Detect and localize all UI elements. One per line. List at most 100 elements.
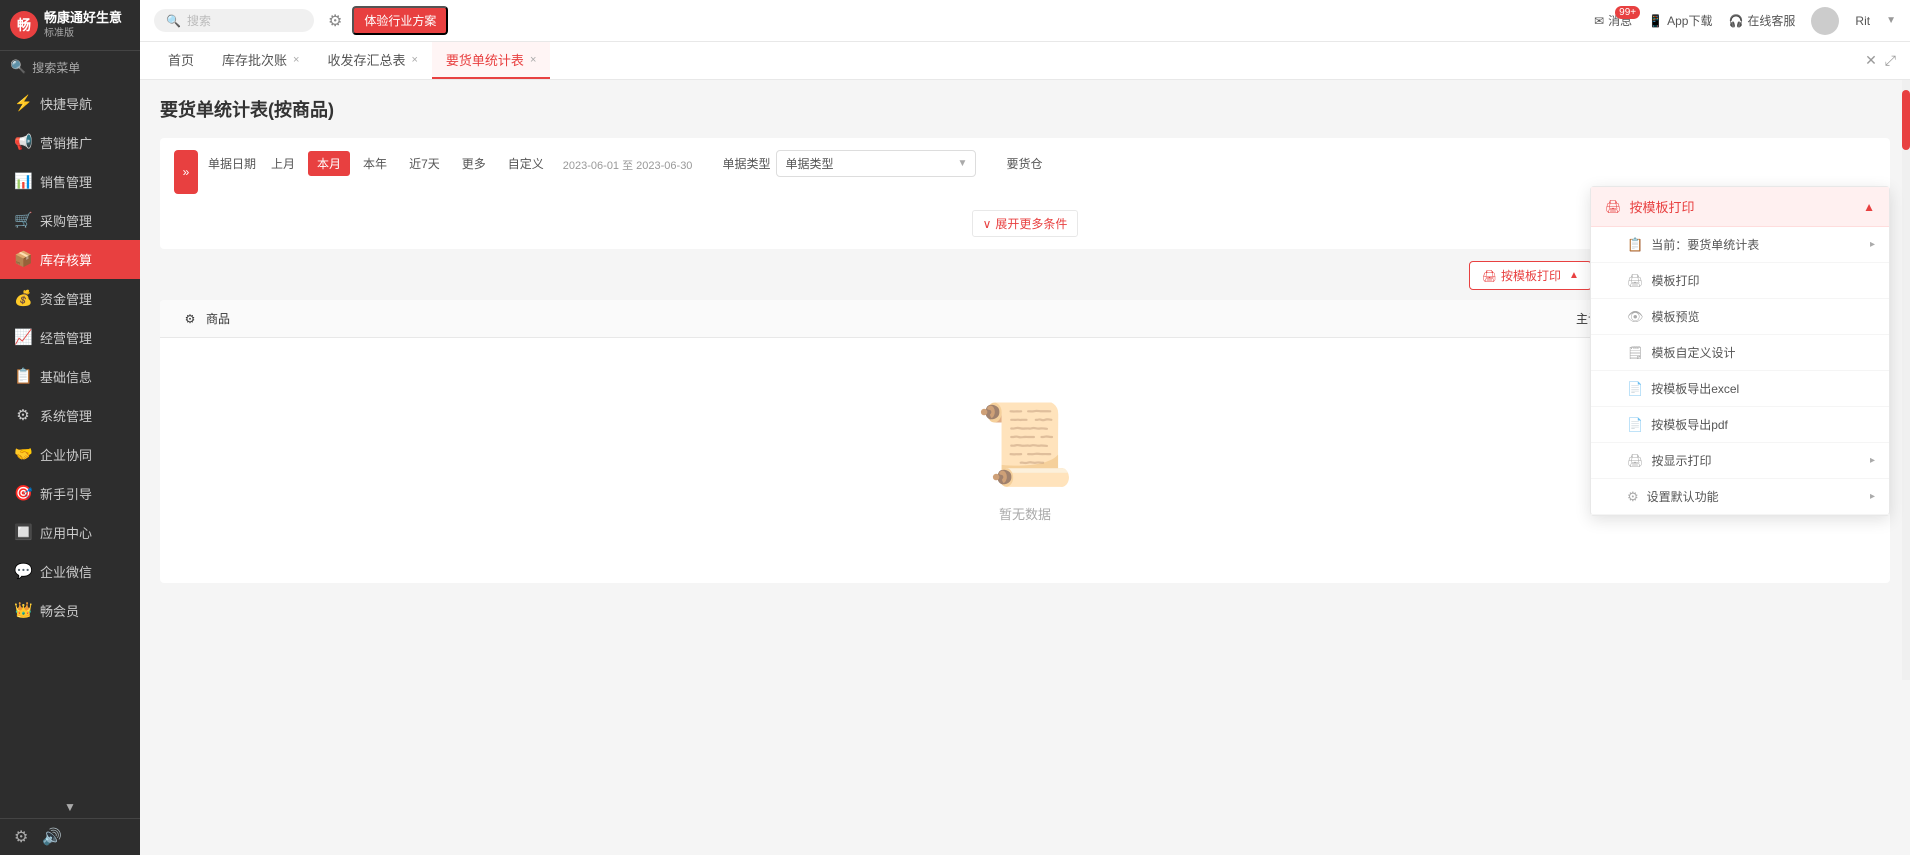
display-print-arrow: ▸	[1870, 455, 1875, 466]
dropdown-header[interactable]: 🖨 按模板打印 ▲	[1591, 187, 1889, 227]
scroll-track	[1902, 80, 1910, 680]
user-dropdown-arrow[interactable]: ▼	[1886, 15, 1896, 26]
purchase-icon: 🛒	[14, 211, 32, 229]
default-func-icon: ⚙	[1627, 489, 1639, 505]
app-download-item[interactable]: 📱 App下载	[1648, 12, 1712, 29]
sidebar-item-collab[interactable]: 🤝 企业协同	[0, 435, 140, 474]
dropdown-current-arrow: ▸	[1870, 239, 1875, 250]
trial-button[interactable]: 体验行业方案	[352, 6, 448, 35]
filter-type-label: 单据类型	[722, 155, 770, 172]
template-print-button[interactable]: 🖨 按模板打印 ▲	[1469, 261, 1592, 290]
print-icon: 🖨	[1482, 269, 1497, 283]
tab-receipts-summary[interactable]: 收发存汇总表 ×	[313, 42, 431, 79]
topbar: 🔍 搜索 ⚙ 体验行业方案 ✉ 消息 99+ 📱 App下载 🎧 在线客服 Ri…	[140, 0, 1910, 42]
footer-audio-icon[interactable]: 🔊	[42, 827, 62, 847]
sidebar-item-sales[interactable]: 📊 销售管理	[0, 162, 140, 201]
sidebar-item-guide[interactable]: 🎯 新手引导	[0, 474, 140, 513]
dropdown-item-template-custom[interactable]: 🗒 模板自定义设计	[1591, 335, 1889, 371]
sidebar-item-operation[interactable]: 📈 经营管理	[0, 318, 140, 357]
dropdown-item-template-print[interactable]: 🖨 模板打印	[1591, 263, 1889, 299]
apps-icon: 🔲	[14, 523, 32, 541]
date-btn-more[interactable]: 更多	[453, 151, 495, 176]
filter-type-arrow: ▼	[958, 158, 968, 169]
sidebar-item-quick-nav[interactable]: ⚡ 快捷导航	[0, 84, 140, 123]
dropdown-item-template-preview[interactable]: 👁 模板预览	[1591, 299, 1889, 335]
dropdown-sub-left-display: 🖨 按显示打印	[1627, 452, 1712, 469]
username-label: Rit	[1855, 14, 1870, 28]
tab-order-stats[interactable]: 要货单统计表 ×	[432, 42, 550, 79]
scroll-thumb[interactable]	[1902, 90, 1910, 150]
export-excel-icon: 📄	[1627, 381, 1643, 397]
app-download-icon: 📱	[1648, 14, 1663, 28]
dropdown-header-left: 🖨 按模板打印	[1605, 197, 1695, 216]
template-custom-icon: 🗒	[1627, 345, 1644, 361]
inventory-icon: 📦	[14, 250, 32, 268]
tab-home[interactable]: 首页	[154, 42, 208, 79]
dropdown-item-export-excel[interactable]: 📄 按模板导出excel	[1591, 371, 1889, 407]
sidebar-nav: ⚡ 快捷导航 📢 营销推广 📊 销售管理 🛒 采购管理 📦 库存核算 💰 资金管…	[0, 84, 140, 796]
date-btn-custom[interactable]: 自定义	[499, 151, 553, 176]
filter-expand-button[interactable]: »	[174, 150, 198, 194]
dropdown-collapse-arrow: ▲	[1863, 200, 1875, 214]
collab-icon: 🤝	[14, 445, 32, 463]
expand-more-icon: ∨	[983, 217, 992, 231]
operation-icon: 📈	[14, 328, 32, 346]
sidebar-scroll-down[interactable]: ▼	[0, 796, 140, 818]
tabs-window-controls: ✕ ⤢	[1865, 52, 1896, 69]
tab-close-batch-accounts[interactable]: ×	[293, 54, 299, 66]
sidebar-item-system[interactable]: ⚙ 系统管理	[0, 396, 140, 435]
notification-icon: ✉	[1594, 14, 1604, 28]
sidebar-item-member[interactable]: 👑 畅会员	[0, 591, 140, 630]
tab-close-receipts-summary[interactable]: ×	[411, 54, 417, 66]
date-btn-this-month[interactable]: 本月	[308, 151, 350, 176]
col-settings[interactable]: ⚙	[174, 312, 206, 326]
dropdown-item-display-print[interactable]: 🖨 按显示打印 ▸	[1591, 443, 1889, 479]
default-func-arrow: ▸	[1870, 491, 1875, 502]
template-print-icon: 🖨	[1627, 273, 1644, 289]
sidebar-footer: ⚙ 🔊	[0, 818, 140, 855]
page-content: 要货单统计表(按商品) » 单据日期 上月 本月 本年 近7天 更多 自定义	[140, 80, 1910, 855]
sidebar: 畅 畅康通好生意 标准版 🔍 搜索菜单 ⚡ 快捷导航 📢 营销推广 📊 销售管理…	[0, 0, 140, 855]
tab-batch-accounts[interactable]: 库存批次账 ×	[208, 42, 313, 79]
sidebar-item-purchase[interactable]: 🛒 采购管理	[0, 201, 140, 240]
marketing-icon: 📢	[14, 133, 32, 151]
user-avatar[interactable]	[1811, 7, 1839, 35]
dropdown-current-left: 📋 当前：要货单统计表	[1627, 236, 1759, 253]
col-goods: 商品	[206, 310, 1556, 327]
filter-type-select[interactable]: 单据类型 ▼	[776, 150, 976, 177]
expand-more-button[interactable]: ∨ 展开更多条件	[972, 210, 1079, 237]
date-btn-last-month[interactable]: 上月	[262, 151, 304, 176]
dropdown-current-item[interactable]: 📋 当前：要货单统计表 ▸	[1591, 227, 1889, 263]
footer-settings-icon[interactable]: ⚙	[14, 827, 28, 847]
date-btn-7days[interactable]: 近7天	[400, 151, 449, 176]
dropdown-item-export-pdf[interactable]: 📄 按模板导出pdf	[1591, 407, 1889, 443]
member-icon: 👑	[14, 601, 32, 619]
sidebar-item-wechat[interactable]: 💬 企业微信	[0, 552, 140, 591]
dropdown-item-default-func[interactable]: ⚙ 设置默认功能 ▸	[1591, 479, 1889, 515]
wechat-icon: 💬	[14, 562, 32, 580]
topbar-search[interactable]: 🔍 搜索	[154, 9, 314, 32]
notification-badge: 99+	[1615, 6, 1640, 19]
window-close-btn[interactable]: ✕	[1865, 52, 1877, 69]
notification-item[interactable]: ✉ 消息 99+	[1594, 12, 1632, 29]
topbar-search-icon: 🔍	[166, 14, 181, 28]
filter-date-buttons: 上月 本月 本年 近7天 更多 自定义	[262, 151, 553, 176]
sidebar-item-inventory[interactable]: 📦 库存核算	[0, 240, 140, 279]
sidebar-item-basic[interactable]: 📋 基础信息	[0, 357, 140, 396]
filter-type-group: 单据类型 单据类型 ▼	[722, 150, 976, 177]
dropdown-sub-left-default: ⚙ 设置默认功能	[1627, 488, 1719, 505]
main-content: 🔍 搜索 ⚙ 体验行业方案 ✉ 消息 99+ 📱 App下载 🎧 在线客服 Ri…	[140, 0, 1910, 855]
template-preview-icon: 👁	[1627, 309, 1644, 325]
online-service-item[interactable]: 🎧 在线客服	[1728, 12, 1795, 29]
window-expand-btn[interactable]: ⤢	[1885, 52, 1896, 69]
template-print-arrow: ▲	[1569, 270, 1579, 281]
date-btn-this-year[interactable]: 本年	[354, 151, 396, 176]
sidebar-item-marketing[interactable]: 📢 营销推广	[0, 123, 140, 162]
tab-close-order-stats[interactable]: ×	[530, 54, 536, 66]
page-title: 要货单统计表(按商品)	[160, 96, 1890, 122]
search-icon: 🔍	[10, 59, 26, 75]
sidebar-item-apps[interactable]: 🔲 应用中心	[0, 513, 140, 552]
sidebar-item-finance[interactable]: 💰 资金管理	[0, 279, 140, 318]
sidebar-search[interactable]: 🔍 搜索菜单	[0, 51, 140, 84]
topbar-settings-icon[interactable]: ⚙	[328, 11, 342, 31]
